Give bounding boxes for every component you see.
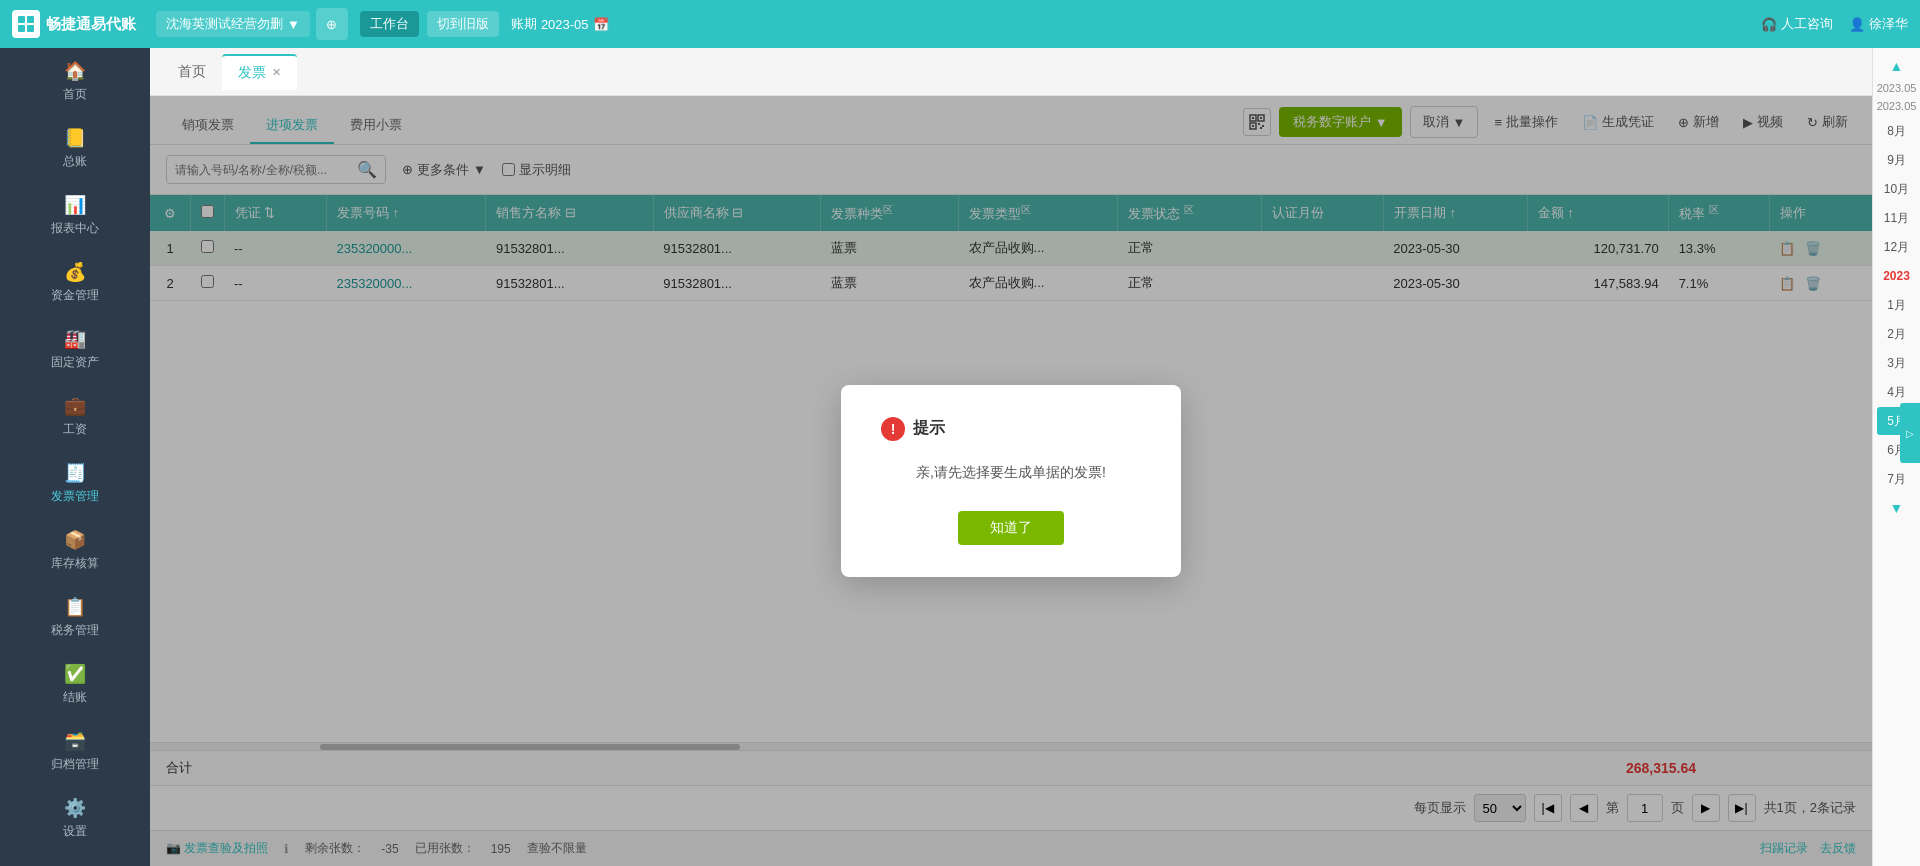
sidebar-item-funds-label: 资金管理: [51, 287, 99, 304]
right-panel-toggle[interactable]: ▷: [1900, 403, 1920, 463]
period-year-label-1: 2023.05: [1873, 80, 1920, 96]
period-month-item[interactable]: 3月: [1877, 349, 1917, 377]
period-nav-up[interactable]: ▲: [1883, 52, 1911, 80]
tab-invoice[interactable]: 发票 ✕: [222, 54, 297, 90]
company-dropdown-icon: ▼: [287, 17, 300, 32]
period-month-item[interactable]: 11月: [1877, 204, 1917, 232]
svg-rect-2: [18, 25, 25, 32]
sidebar-item-tax-label: 税务管理: [51, 622, 99, 639]
period-label: 账期: [511, 15, 537, 33]
company-selector[interactable]: 沈海英测试经营勿删 ▼: [156, 11, 310, 37]
sidebar-item-ledger-label: 总账: [63, 153, 87, 170]
sidebar-item-salary[interactable]: 💼 工资: [0, 383, 150, 450]
period-month-item[interactable]: 12月: [1877, 233, 1917, 261]
tab-bar: 首页 发票 ✕: [150, 48, 1872, 96]
modal-warning-icon: !: [881, 417, 905, 441]
period-nav-down[interactable]: ▼: [1883, 494, 1911, 522]
sidebar-item-tax[interactable]: 📋 税务管理: [0, 584, 150, 651]
user-name: 徐泽华: [1869, 15, 1908, 33]
tab-home-label: 首页: [178, 63, 206, 81]
period-month-item[interactable]: 2月: [1877, 320, 1917, 348]
tab-invoice-close[interactable]: ✕: [272, 66, 281, 79]
svg-rect-1: [27, 16, 34, 23]
modal-title-row: ! 提示: [881, 417, 945, 441]
assets-icon: 🏭: [64, 328, 86, 350]
support-label: 人工咨询: [1781, 15, 1833, 33]
sidebar-item-home[interactable]: 🏠 首页: [0, 48, 150, 115]
period-month-item[interactable]: 10月: [1877, 175, 1917, 203]
logo-icon: [12, 10, 40, 38]
period-display: 账期 2023-05 📅: [511, 15, 609, 33]
modal-box: ! 提示 亲,请先选择要生成单据的发票! 知道了: [841, 385, 1181, 577]
period-value: 2023-05: [541, 17, 589, 32]
workbench-button[interactable]: 工作台: [360, 11, 419, 37]
svg-rect-3: [27, 25, 34, 32]
sidebar-item-home-label: 首页: [63, 86, 87, 103]
sidebar: 🏠 首页 📒 总账 📊 报表中心 💰 资金管理 🏭 固定资产 💼 工资 🧾 发票…: [0, 48, 150, 866]
sidebar-item-salary-label: 工资: [63, 421, 87, 438]
support-item[interactable]: 🎧 人工咨询: [1761, 15, 1833, 33]
company-name: 沈海英测试经营勿删: [166, 15, 283, 33]
period-year-label-2: 2023.05: [1873, 98, 1920, 114]
period-month-item[interactable]: 2023: [1877, 262, 1917, 290]
sidebar-item-invoice[interactable]: 🧾 发票管理: [0, 450, 150, 517]
sidebar-item-archive[interactable]: 🗃️ 归档管理: [0, 718, 150, 785]
period-month-item[interactable]: 8月: [1877, 117, 1917, 145]
period-month-item[interactable]: 7月: [1877, 465, 1917, 493]
main-layout: 🏠 首页 📒 总账 📊 报表中心 💰 资金管理 🏭 固定资产 💼 工资 🧾 发票…: [0, 48, 1920, 866]
sidebar-item-inventory[interactable]: 📦 库存核算: [0, 517, 150, 584]
sidebar-item-invoice-label: 发票管理: [51, 488, 99, 505]
modal-overlay: ! 提示 亲,请先选择要生成单据的发票! 知道了: [150, 96, 1872, 866]
reports-icon: 📊: [64, 194, 86, 216]
app-name: 畅捷通易代账: [46, 15, 136, 34]
warning-symbol: !: [891, 421, 896, 437]
sidebar-item-assets-label: 固定资产: [51, 354, 99, 371]
tab-home[interactable]: 首页: [162, 55, 222, 89]
period-month-item[interactable]: 1月: [1877, 291, 1917, 319]
sidebar-item-assets[interactable]: 🏭 固定资产: [0, 316, 150, 383]
funds-icon: 💰: [64, 261, 86, 283]
modal-message: 亲,请先选择要生成单据的发票!: [916, 461, 1106, 483]
app-logo: 畅捷通易代账: [12, 10, 136, 38]
modal-title: 提示: [913, 418, 945, 439]
sidebar-item-archive-label: 归档管理: [51, 756, 99, 773]
support-icon: 🎧: [1761, 17, 1777, 32]
archive-icon: 🗃️: [64, 730, 86, 752]
sidebar-item-funds[interactable]: 💰 资金管理: [0, 249, 150, 316]
right-panel-toggle-icon: ▷: [1905, 428, 1916, 439]
user-item[interactable]: 👤 徐泽华: [1849, 15, 1908, 33]
settings-icon: ⚙️: [64, 797, 86, 819]
user-avatar-icon: 👤: [1849, 17, 1865, 32]
modal-ok-button[interactable]: 知道了: [958, 511, 1064, 545]
invoice-page: 销项发票 进项发票 费用小票 税务数字账户 ▼: [150, 96, 1872, 866]
sidebar-item-settle[interactable]: ✅ 结账: [0, 651, 150, 718]
period-month-item[interactable]: 4月: [1877, 378, 1917, 406]
sidebar-item-inventory-label: 库存核算: [51, 555, 99, 572]
topbar-right: 🎧 人工咨询 👤 徐泽华: [1761, 15, 1908, 33]
sidebar-item-ledger[interactable]: 📒 总账: [0, 115, 150, 182]
salary-icon: 💼: [64, 395, 86, 417]
sidebar-item-settle-label: 结账: [63, 689, 87, 706]
ledger-icon: 📒: [64, 127, 86, 149]
period-calendar-icon[interactable]: 📅: [593, 17, 609, 32]
period-month-item[interactable]: 9月: [1877, 146, 1917, 174]
period-panel: ▲ 2023.05 2023.05 8月9月10月11月12月20231月2月3…: [1872, 48, 1920, 866]
sidebar-item-reports-label: 报表中心: [51, 220, 99, 237]
sidebar-item-guide[interactable]: 📖 新手引导: [0, 852, 150, 866]
company-action-btn[interactable]: ⊕: [316, 8, 348, 40]
topbar: 畅捷通易代账 沈海英测试经营勿删 ▼ ⊕ 工作台 切到旧版 账期 2023-05…: [0, 0, 1920, 48]
switch-version-button[interactable]: 切到旧版: [427, 11, 499, 37]
invoice-icon: 🧾: [64, 462, 86, 484]
sidebar-item-settings[interactable]: ⚙️ 设置: [0, 785, 150, 852]
tab-invoice-label: 发票: [238, 64, 266, 82]
svg-rect-0: [18, 16, 25, 23]
sidebar-item-reports[interactable]: 📊 报表中心: [0, 182, 150, 249]
content-area: 首页 发票 ✕ 销项发票 进项发票 费用小票: [150, 48, 1872, 866]
settle-icon: ✅: [64, 663, 86, 685]
tax-icon: 📋: [64, 596, 86, 618]
sidebar-item-settings-label: 设置: [63, 823, 87, 840]
inventory-icon: 📦: [64, 529, 86, 551]
home-icon: 🏠: [64, 60, 86, 82]
